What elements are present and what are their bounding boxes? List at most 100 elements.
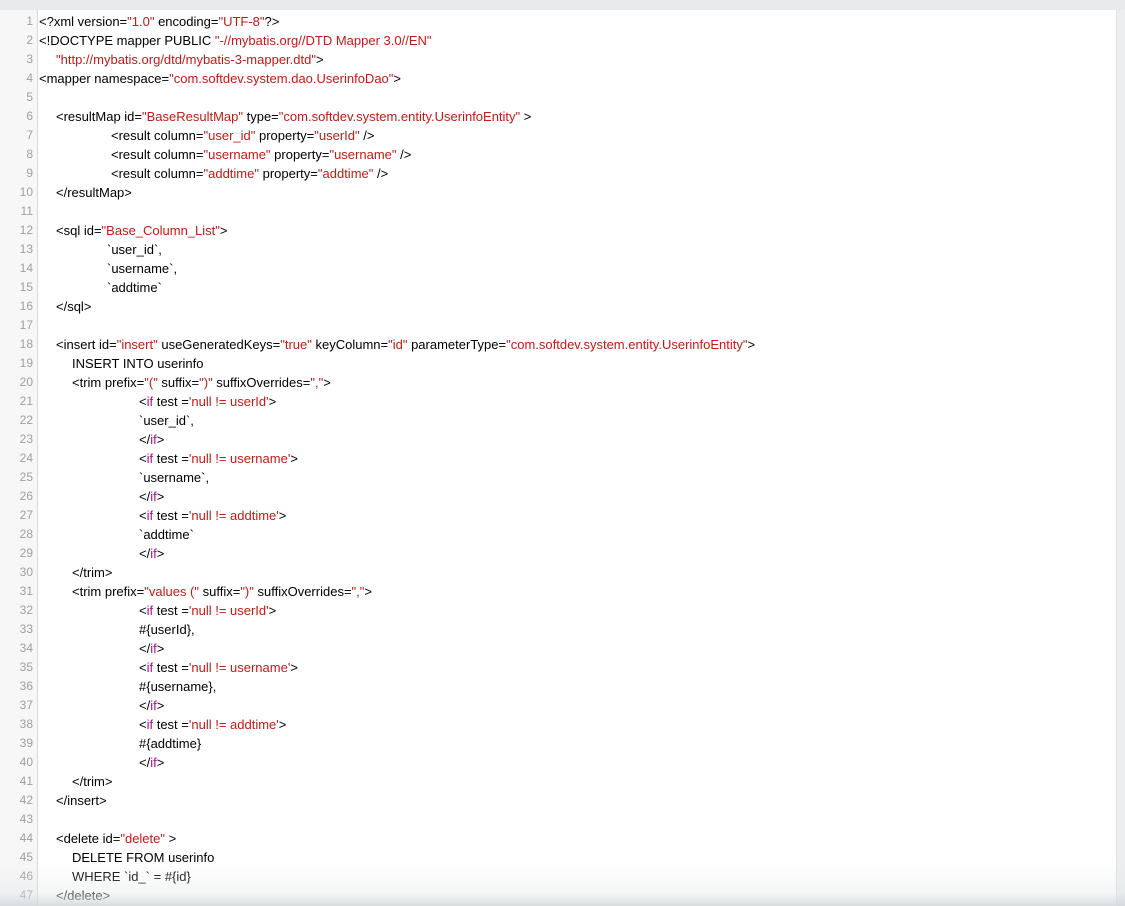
code-line: 1<?xml version="1.0" encoding="UTF-8"?> — [0, 12, 1117, 31]
code-text: WHERE `id_` = #{id} — [37, 867, 191, 886]
code-segment-string: "," — [352, 584, 365, 599]
code-text: <if test ='null != userId'> — [37, 601, 276, 620]
code-text: <if test ='null != username'> — [37, 449, 298, 468]
code-segment-string: "UTF-8" — [218, 14, 264, 29]
code-segment-plain: type= — [243, 109, 279, 124]
line-number: 17 — [0, 316, 37, 335]
line-number: 25 — [0, 468, 37, 487]
code-line: 14`username`, — [0, 259, 1117, 278]
code-segment-string: "userId" — [314, 128, 359, 143]
line-number: 45 — [0, 848, 37, 867]
code-segment-plain: </ — [139, 489, 150, 504]
code-segment-plain: </resultMap> — [56, 185, 132, 200]
code-segment-plain: #{username}, — [139, 679, 216, 694]
code-line: 25`username`, — [0, 468, 1117, 487]
code-text: <resultMap id="BaseResultMap" type="com.… — [37, 107, 531, 126]
code-line: 2<!DOCTYPE mapper PUBLIC "-//mybatis.org… — [0, 31, 1117, 50]
line-number: 28 — [0, 525, 37, 544]
code-segment-plain: property= — [255, 128, 314, 143]
code-text: DELETE FROM userinfo — [37, 848, 214, 867]
line-number: 21 — [0, 392, 37, 411]
code-segment-plain: suffixOverrides= — [213, 375, 311, 390]
scrollbar-track[interactable] — [1116, 10, 1125, 906]
code-segment-plain: <!DOCTYPE mapper PUBLIC — [39, 33, 215, 48]
code-segment-string: 'null != userId' — [189, 394, 269, 409]
code-line: 41</trim> — [0, 772, 1117, 791]
code-segment-string: ")" — [199, 375, 213, 390]
code-segment-plain: > — [316, 52, 324, 67]
line-number: 8 — [0, 145, 37, 164]
code-line: 34</if> — [0, 639, 1117, 658]
code-line: 10</resultMap> — [0, 183, 1117, 202]
code-text: "http://mybatis.org/dtd/mybatis-3-mapper… — [37, 50, 324, 69]
line-number: 18 — [0, 335, 37, 354]
code-segment-plain: </ — [139, 698, 150, 713]
code-segment-string: 'null != addtime' — [189, 717, 279, 732]
code-segment-string: "addtime" — [204, 166, 259, 181]
code-segment-plain: test = — [153, 603, 189, 618]
code-line: 4<mapper namespace="com.softdev.system.d… — [0, 69, 1117, 88]
code-segment-plain: <mapper namespace= — [39, 71, 169, 86]
line-number: 9 — [0, 164, 37, 183]
code-line: 40</if> — [0, 753, 1117, 772]
line-number: 47 — [0, 886, 37, 905]
code-segment-string: "delete" — [120, 831, 165, 846]
code-text: `user_id`, — [37, 240, 162, 259]
code-text: <if test ='null != addtime'> — [37, 506, 286, 525]
code-segment-plain: property= — [271, 147, 330, 162]
line-number: 19 — [0, 354, 37, 373]
code-segment-plain: < — [139, 508, 147, 523]
code-segment-plain: ?> — [265, 14, 280, 29]
code-text: </trim> — [37, 772, 112, 791]
code-text: </resultMap> — [37, 183, 132, 202]
code-line: 36 #{username}, — [0, 677, 1117, 696]
code-line: 18<insert id="insert" useGeneratedKeys="… — [0, 335, 1117, 354]
code-segment-plain: `addtime` — [107, 280, 162, 295]
code-segment-plain: > — [279, 717, 287, 732]
code-text: </if> — [37, 487, 164, 506]
code-segment-plain: </trim> — [72, 774, 112, 789]
code-line: 46 WHERE `id_` = #{id} — [0, 867, 1117, 886]
line-number: 36 — [0, 677, 37, 696]
code-area[interactable]: 1<?xml version="1.0" encoding="UTF-8"?>2… — [0, 12, 1117, 905]
line-number: 46 — [0, 867, 37, 886]
code-segment-plain: WHERE `id_` = #{id} — [72, 869, 191, 884]
line-number: 1 — [0, 12, 37, 31]
code-segment-plain: > — [290, 660, 298, 675]
code-segment-plain: /> — [360, 128, 375, 143]
line-number: 3 — [0, 50, 37, 69]
code-line: 20<trim prefix="(" suffix=")" suffixOver… — [0, 373, 1117, 392]
code-segment-plain: > — [157, 698, 165, 713]
code-segment-plain: test = — [153, 717, 189, 732]
code-segment-plain: > — [323, 375, 331, 390]
line-number: 5 — [0, 88, 37, 107]
code-text: <result column="username" property="user… — [37, 145, 411, 164]
code-text: <sql id="Base_Column_List"> — [37, 221, 228, 240]
code-text: #{username}, — [37, 677, 216, 696]
code-text: <result column="user_id" property="userI… — [37, 126, 374, 145]
line-number: 44 — [0, 829, 37, 848]
code-line: 15`addtime` — [0, 278, 1117, 297]
code-segment-plain: > — [165, 831, 176, 846]
code-segment-plain: < — [139, 451, 147, 466]
code-text: </if> — [37, 430, 164, 449]
code-text: <insert id="insert" useGeneratedKeys="tr… — [37, 335, 755, 354]
code-segment-plain: > — [748, 337, 756, 352]
code-segment-plain: > — [269, 603, 277, 618]
code-segment-plain: test = — [153, 660, 189, 675]
code-segment-plain: <sql id= — [56, 223, 102, 238]
code-segment-plain: keyColumn= — [312, 337, 388, 352]
code-segment-plain: </ — [139, 755, 150, 770]
code-text: `username`, — [37, 468, 209, 487]
code-line: 24<if test ='null != username'> — [0, 449, 1117, 468]
code-text: <if test ='null != username'> — [37, 658, 298, 677]
code-text: <if test ='null != addtime'> — [37, 715, 286, 734]
code-text: `addtime` — [37, 525, 194, 544]
code-segment-plain: > — [364, 584, 372, 599]
code-segment-string: "com.softdev.system.entity.UserinfoEntit… — [506, 337, 747, 352]
code-segment-plain: > — [269, 394, 277, 409]
code-text: </if> — [37, 544, 164, 563]
code-segment-plain: <delete id= — [56, 831, 120, 846]
code-line: 8<result column="username" property="use… — [0, 145, 1117, 164]
code-text: <delete id="delete" > — [37, 829, 176, 848]
